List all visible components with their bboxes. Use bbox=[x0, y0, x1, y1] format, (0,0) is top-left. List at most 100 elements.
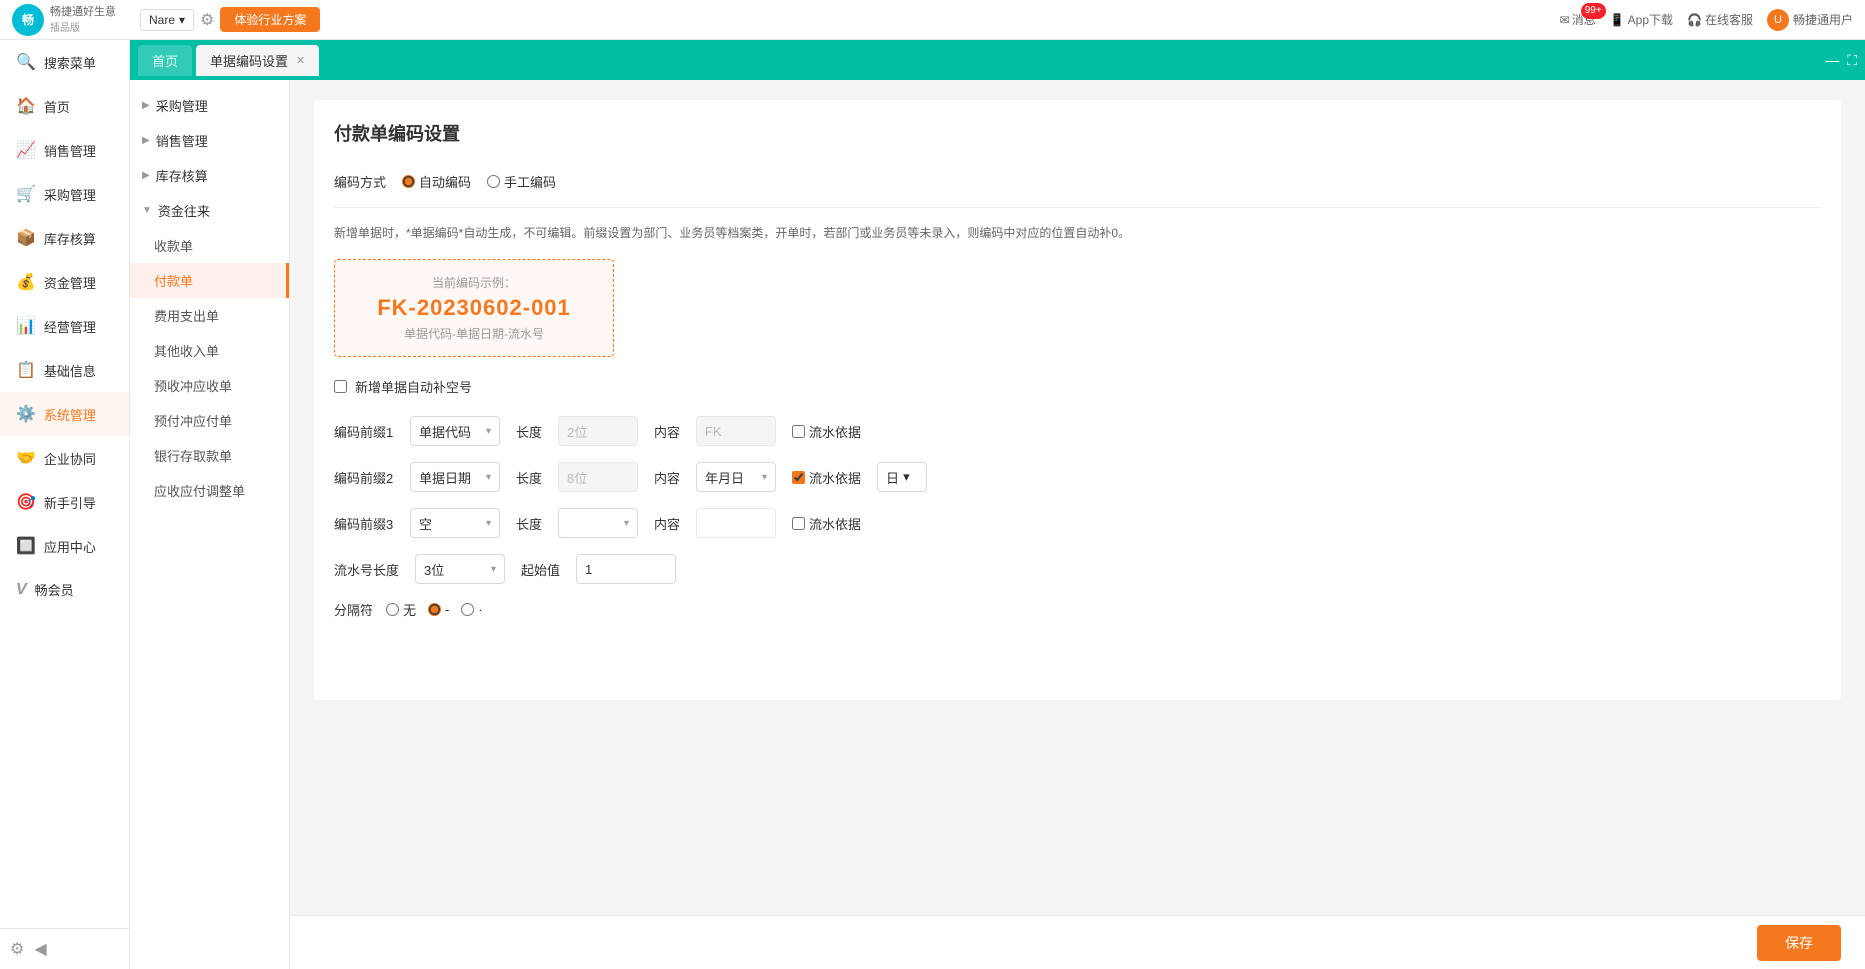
prefix3-length-select[interactable]: ▾ bbox=[558, 508, 638, 538]
sep-option-dot[interactable]: - bbox=[428, 602, 449, 617]
brand-logo-text: 畅 bbox=[22, 11, 34, 28]
sub-group-finance-label: 资金往来 bbox=[158, 201, 210, 220]
sidebar-item-appcenter[interactable]: 🔲 应用中心 bbox=[0, 524, 129, 568]
prefix3-length-chevron-icon: ▾ bbox=[624, 518, 629, 529]
message-icon-wrap[interactable]: ✉ 消息 99+ bbox=[1560, 11, 1596, 28]
top-bar-left: 畅 畅捷通好生意 插品版 Nare ▾ ⚙ 体验行业方案 bbox=[12, 2, 1550, 38]
brand-name: 畅捷通好生意 bbox=[50, 5, 116, 19]
sep-option-none[interactable]: 无 bbox=[386, 600, 416, 619]
sub-item-expense[interactable]: 费用支出单 bbox=[130, 298, 289, 333]
prefix3-content-label: 内容 bbox=[654, 514, 680, 533]
sep-radio-dash[interactable] bbox=[461, 603, 474, 616]
sub-item-payment[interactable]: 付款单 bbox=[130, 263, 289, 298]
prefix2-content-select[interactable]: 年月日 ▾ bbox=[696, 462, 776, 492]
sidebar-item-sales[interactable]: 📈 销售管理 bbox=[0, 128, 129, 172]
serial-length-label: 流水号长度 bbox=[334, 560, 399, 579]
save-button[interactable]: 保存 bbox=[1757, 925, 1841, 961]
prefix2-day-select[interactable]: 日 ▾ bbox=[877, 462, 927, 492]
tab-encode-settings[interactable]: 单据编码设置 ✕ bbox=[196, 45, 319, 76]
sub-group-sales-title[interactable]: ▶ 销售管理 bbox=[130, 123, 289, 158]
sub-group-purchase-title[interactable]: ▶ 采购管理 bbox=[130, 88, 289, 123]
serial-length-select[interactable]: 3位 ▾ bbox=[415, 554, 505, 584]
sub-group-sales: ▶ 销售管理 bbox=[130, 123, 289, 158]
sub-item-advance-offset[interactable]: 预付冲应付单 bbox=[130, 403, 289, 438]
sidebar-item-base[interactable]: 📋 基础信息 bbox=[0, 348, 129, 392]
sidebar-item-system[interactable]: ⚙️ 系统管理 bbox=[0, 392, 129, 436]
tab-close-icon[interactable]: ✕ bbox=[296, 54, 305, 67]
settings-icon[interactable]: ⚙ bbox=[200, 10, 214, 30]
user-info[interactable]: U 畅捷通用户 bbox=[1767, 9, 1853, 31]
sidebar-item-member[interactable]: V 畅会员 bbox=[0, 568, 129, 611]
prefix2-length-value: 8位 bbox=[567, 468, 587, 487]
sidebar-item-label-home: 首页 bbox=[44, 97, 70, 116]
sep-radio-none[interactable] bbox=[386, 603, 399, 616]
sidebar-item-finance[interactable]: 💰 资金管理 bbox=[0, 260, 129, 304]
prefix2-day-value: 日 bbox=[886, 468, 899, 487]
prefix3-select[interactable]: 空 ▾ bbox=[410, 508, 500, 538]
sub-item-prepay-offset[interactable]: 预收冲应收单 bbox=[130, 368, 289, 403]
maximize-icon[interactable]: ⛶ bbox=[1847, 52, 1857, 69]
sep-radio-dot[interactable] bbox=[428, 603, 441, 616]
bottom-collapse-icon[interactable]: ◀ bbox=[34, 939, 46, 959]
home-icon: 🏠 bbox=[16, 96, 36, 116]
sidebar-item-newguide[interactable]: 🎯 新手引导 bbox=[0, 480, 129, 524]
sub-group-sales-label: 销售管理 bbox=[156, 131, 208, 150]
sub-item-bank[interactable]: 银行存取款单 bbox=[130, 438, 289, 473]
sidebar-item-label-finance: 资金管理 bbox=[44, 273, 96, 292]
start-value-input[interactable] bbox=[576, 554, 676, 584]
prefix1-select[interactable]: 单据代码 ▾ bbox=[410, 416, 500, 446]
prefix3-chevron-icon: ▾ bbox=[486, 518, 491, 529]
sidebar-item-purchase[interactable]: 🛒 采购管理 bbox=[0, 172, 129, 216]
trial-button[interactable]: 体验行业方案 bbox=[220, 7, 320, 32]
prefix3-serial-checkbox[interactable] bbox=[792, 517, 805, 530]
sidebar-bottom: ⚙ ◀ bbox=[0, 928, 129, 969]
online-service-label: 在线客服 bbox=[1705, 11, 1753, 28]
sub-item-other-income[interactable]: 其他收入单 bbox=[130, 333, 289, 368]
auto-encode-radio[interactable] bbox=[402, 175, 415, 188]
online-service[interactable]: 🎧 在线客服 bbox=[1687, 11, 1753, 28]
sub-group-inventory-title[interactable]: ▶ 库存核算 bbox=[130, 158, 289, 193]
bottom-settings-icon[interactable]: ⚙ bbox=[10, 939, 24, 959]
sep-dash-label: · bbox=[478, 602, 482, 617]
nav-dropdown[interactable]: Nare ▾ bbox=[140, 9, 194, 31]
minimize-icon[interactable]: — bbox=[1825, 52, 1839, 69]
auto-fill-checkbox[interactable] bbox=[334, 380, 347, 393]
inventory-icon: 📦 bbox=[16, 228, 36, 248]
manual-encode-option[interactable]: 手工编码 bbox=[487, 172, 556, 191]
sub-group-finance-title[interactable]: ▼ 资金往来 bbox=[130, 193, 289, 228]
manual-encode-radio[interactable] bbox=[487, 175, 500, 188]
day-chevron-icon: ▾ bbox=[903, 469, 910, 485]
sidebar-item-home[interactable]: 🏠 首页 bbox=[0, 84, 129, 128]
sidebar-item-business[interactable]: 📊 经营管理 bbox=[0, 304, 129, 348]
prefix2-select[interactable]: 单据日期 ▾ bbox=[410, 462, 500, 492]
prefix1-length-label: 长度 bbox=[516, 422, 542, 441]
prefix2-content-chevron-icon: ▾ bbox=[762, 472, 767, 483]
prefix2-serial-checkbox[interactable] bbox=[792, 471, 805, 484]
example-code: FK-20230602-001 bbox=[355, 295, 593, 321]
sidebar-item-inventory[interactable]: 📦 库存核算 bbox=[0, 216, 129, 260]
appcenter-icon: 🔲 bbox=[16, 536, 36, 556]
auto-encode-option[interactable]: 自动编码 bbox=[402, 172, 471, 191]
sub-item-adjust[interactable]: 应收应付调整单 bbox=[130, 473, 289, 508]
finance-icon: 💰 bbox=[16, 272, 36, 292]
prefix1-chevron-icon: ▾ bbox=[486, 426, 491, 437]
right-panel: 付款单编码设置 编码方式 自动编码 手工编码 bbox=[290, 80, 1865, 969]
prefix1-serial-label: 流水依据 bbox=[809, 422, 861, 441]
newguide-icon: 🎯 bbox=[16, 492, 36, 512]
tab-home-label: 首页 bbox=[152, 51, 178, 70]
sep-option-dash[interactable]: · bbox=[461, 602, 482, 617]
settings-card: 付款单编码设置 编码方式 自动编码 手工编码 bbox=[314, 100, 1841, 700]
headset-icon: 🎧 bbox=[1687, 13, 1702, 27]
inner-layout: ▶ 采购管理 ▶ 销售管理 ▶ 库存核算 bbox=[130, 80, 1865, 969]
sidebar-item-label-base: 基础信息 bbox=[44, 361, 96, 380]
tab-home[interactable]: 首页 bbox=[138, 45, 192, 76]
brand: 畅 畅捷通好生意 插品版 bbox=[12, 2, 132, 38]
example-box: 当前编码示例： FK-20230602-001 单据代码-单据日期-流水号 bbox=[334, 259, 614, 357]
sidebar-item-search[interactable]: 🔍 搜索菜单 bbox=[0, 40, 129, 84]
sub-item-receipt[interactable]: 收款单 bbox=[130, 228, 289, 263]
prefix1-serial-checkbox[interactable] bbox=[792, 425, 805, 438]
sales-icon: 📈 bbox=[16, 140, 36, 160]
app-download-label: App下载 bbox=[1628, 11, 1673, 28]
app-download[interactable]: 📱 App下载 bbox=[1610, 11, 1673, 28]
sidebar-item-enterprise[interactable]: 🤝 企业协同 bbox=[0, 436, 129, 480]
